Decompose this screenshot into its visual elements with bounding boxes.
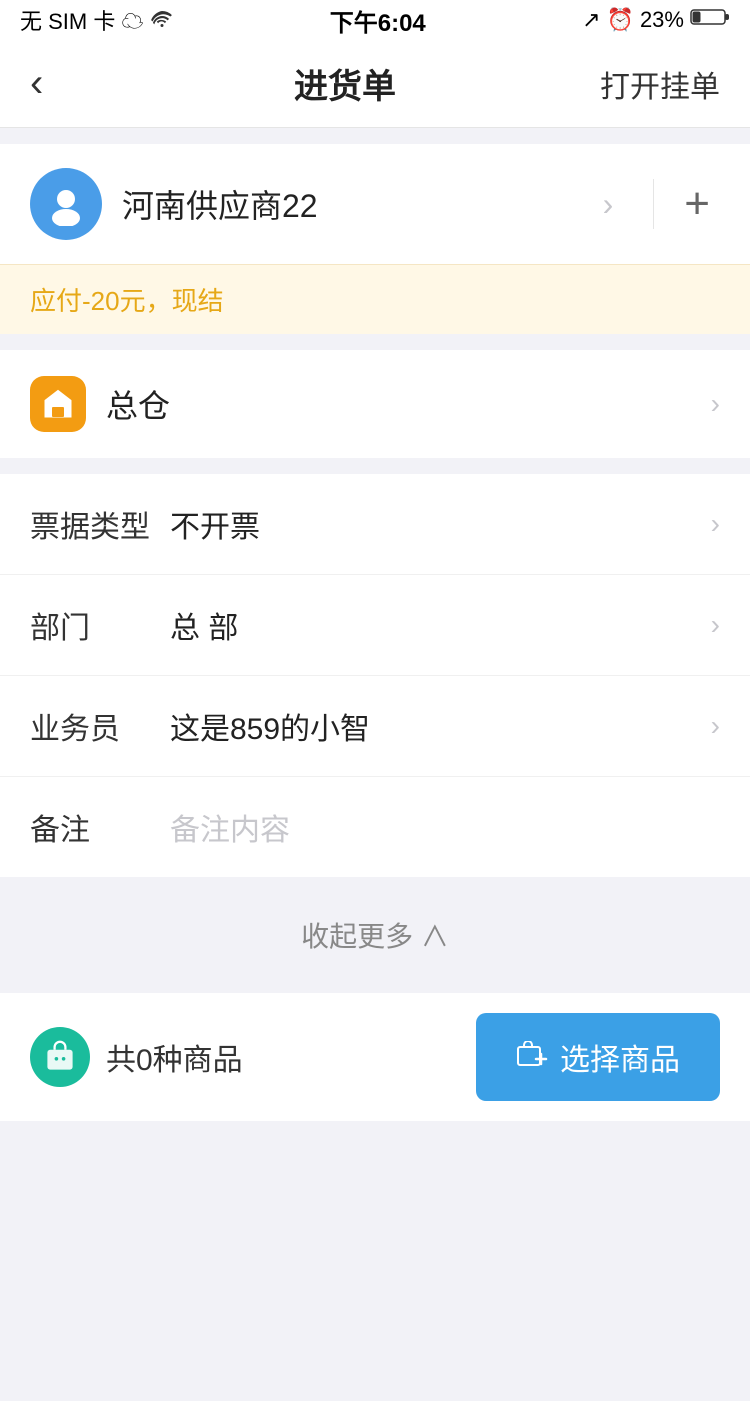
add-button[interactable]: + <box>674 179 720 229</box>
page-title: 进货单 <box>294 59 396 108</box>
remark-row[interactable]: 备注 备注内容 <box>0 777 750 877</box>
divider <box>653 179 654 229</box>
status-right: ↗ ⏰ 23% <box>582 7 730 33</box>
product-count-area: 共0种商品 <box>30 1027 243 1087</box>
status-bar: 无 SIM 卡 ☁ 下午6:04 ↗ ⏰ 23% <box>0 0 750 40</box>
nav-bar: ‹ 进货单 打开挂单 <box>0 40 750 128</box>
invoice-chevron-icon: › <box>711 508 720 540</box>
supplier-row[interactable]: 河南供应商22 › + <box>0 144 750 264</box>
status-left: 无 SIM 卡 ☁ <box>20 4 173 36</box>
invoice-type-row[interactable]: 票据类型 不开票 › <box>0 474 750 575</box>
supplier-avatar <box>30 168 102 240</box>
salesperson-chevron-icon: › <box>711 710 720 742</box>
supplier-name: 河南供应商22 <box>122 181 603 227</box>
department-label: 部门 <box>30 603 170 647</box>
remark-placeholder[interactable]: 备注内容 <box>170 805 720 849</box>
back-button[interactable]: ‹ <box>30 61 90 106</box>
status-time: 下午6:04 <box>330 3 426 38</box>
invoice-type-value: 不开票 <box>170 502 711 546</box>
product-count-text: 共0种商品 <box>106 1035 243 1079</box>
warehouse-icon <box>30 376 86 432</box>
remark-label: 备注 <box>30 805 170 849</box>
warehouse-chevron-icon: › <box>711 388 720 420</box>
department-chevron-icon: › <box>711 609 720 641</box>
location-icon: ↗ <box>582 7 600 33</box>
supplier-chevron-icon: › <box>603 186 614 223</box>
warehouse-card: 总仓 › <box>0 350 750 458</box>
select-goods-button[interactable]: 选择商品 <box>476 1013 720 1101</box>
wifi-icon <box>151 7 173 33</box>
form-card: 票据类型 不开票 › 部门 总 部 › 业务员 这是859的小智 › 备注 备注… <box>0 474 750 877</box>
sim-text: 无 SIM 卡 ☁ <box>20 4 143 36</box>
notice-bar: 应付-20元，现结 <box>0 264 750 334</box>
battery-text: 23% <box>640 7 684 33</box>
salesperson-row[interactable]: 业务员 这是859的小智 › <box>0 676 750 777</box>
select-goods-icon <box>516 1041 548 1073</box>
collapse-bar[interactable]: 收起更多 ∧ <box>0 893 750 977</box>
battery-icon <box>690 7 730 33</box>
page-background <box>0 1121 750 1401</box>
open-pending-button[interactable]: 打开挂单 <box>600 62 720 106</box>
alarm-icon: ⏰ <box>607 7 634 33</box>
warehouse-row[interactable]: 总仓 › <box>0 350 750 458</box>
salesperson-value: 这是859的小智 <box>170 704 711 748</box>
department-value: 总 部 <box>170 603 711 647</box>
bottom-bar: 共0种商品 选择商品 <box>0 993 750 1121</box>
salesperson-label: 业务员 <box>30 704 170 748</box>
invoice-type-label: 票据类型 <box>30 502 170 546</box>
warehouse-label: 总仓 <box>106 381 711 427</box>
department-row[interactable]: 部门 总 部 › <box>0 575 750 676</box>
supplier-card: 河南供应商22 › + 应付-20元，现结 <box>0 144 750 334</box>
product-icon <box>30 1027 90 1087</box>
content-area: 河南供应商22 › + 应付-20元，现结 总仓 › 票据类型 不开票 <box>0 144 750 1401</box>
select-goods-label: 选择商品 <box>560 1035 680 1079</box>
